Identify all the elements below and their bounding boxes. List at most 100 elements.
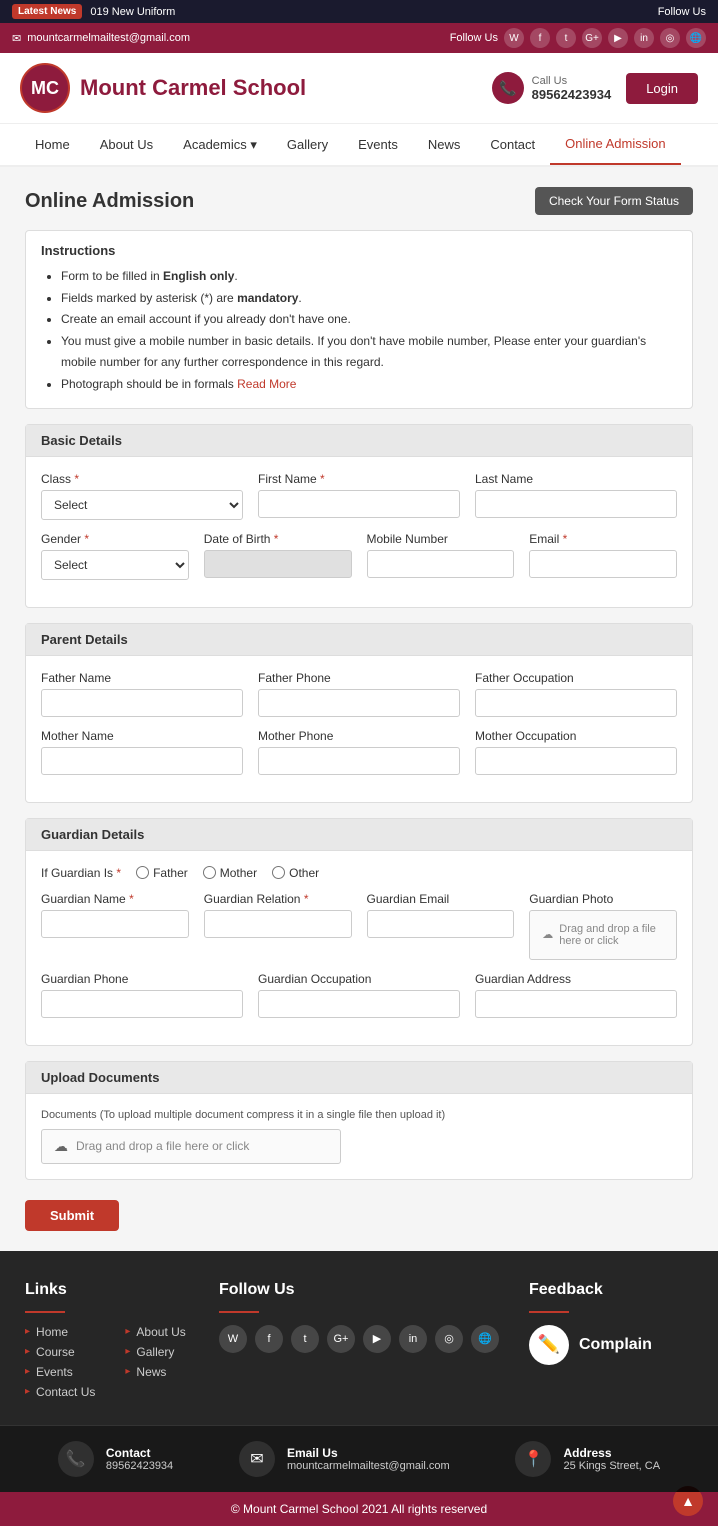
footer-youtube-icon[interactable]: ▶ — [363, 1325, 391, 1353]
nav-news[interactable]: News — [413, 124, 476, 165]
basic-details-card: Basic Details Class * Select Class 1 Cla… — [25, 424, 693, 608]
gender-label: Gender * — [41, 532, 189, 546]
guardian-relation-label: Guardian Relation * — [204, 892, 352, 906]
footer-link-gallery[interactable]: Gallery — [125, 1345, 185, 1359]
feedback-icon: ✏️ — [529, 1325, 569, 1365]
instruction-item-4: You must give a mobile number in basic d… — [61, 331, 677, 374]
guardian-radio-father[interactable]: Father — [136, 866, 188, 880]
check-status-button[interactable]: Check Your Form Status — [535, 187, 693, 215]
father-name-input[interactable] — [41, 689, 243, 717]
mother-phone-input[interactable] — [258, 747, 460, 775]
guardian-radio-other-input[interactable] — [272, 866, 285, 879]
linkedin-icon[interactable]: in — [634, 28, 654, 48]
nav-about[interactable]: About Us — [85, 124, 168, 165]
document-upload[interactable]: ☁ Drag and drop a file here or click — [41, 1129, 341, 1164]
footer-google-plus-icon[interactable]: G+ — [327, 1325, 355, 1353]
first-name-input[interactable] — [258, 490, 460, 518]
upload-documents-body: Documents (To upload multiple document c… — [26, 1094, 692, 1179]
youtube-icon[interactable]: ▶ — [608, 28, 628, 48]
footer-whatsapp-icon[interactable]: W — [219, 1325, 247, 1353]
footer-linkedin-icon[interactable]: in — [399, 1325, 427, 1353]
gender-select[interactable]: Select Male Female Other — [41, 550, 189, 580]
mother-name-input[interactable] — [41, 747, 243, 775]
footer-twitter-icon[interactable]: t — [291, 1325, 319, 1353]
footer-globe-icon[interactable]: 🌐 — [471, 1325, 499, 1353]
instagram-icon[interactable]: ◎ — [660, 28, 680, 48]
guardian-relation-input[interactable] — [204, 910, 352, 938]
nav-contact[interactable]: Contact — [475, 124, 550, 165]
basic-details-body: Class * Select Class 1 Class 2 Class 3 C… — [26, 457, 692, 607]
footer-social-icons: W f t G+ ▶ in ◎ 🌐 — [219, 1325, 499, 1353]
guardian-phone-group: Guardian Phone — [41, 972, 243, 1018]
instruction-item-3: Create an email account if you already d… — [61, 309, 677, 331]
guardian-radio-father-input[interactable] — [136, 866, 149, 879]
nav-academics[interactable]: Academics ▾ — [168, 124, 272, 165]
nav-events[interactable]: Events — [343, 124, 413, 165]
globe-icon[interactable]: 🌐 — [686, 28, 706, 48]
class-select[interactable]: Select Class 1 Class 2 Class 3 Class 4 C… — [41, 490, 243, 520]
last-name-input[interactable] — [475, 490, 677, 518]
footer-address-label: Address — [563, 1446, 660, 1460]
submit-button[interactable]: Submit — [25, 1200, 119, 1231]
footer-feedback-title: Feedback — [529, 1281, 693, 1299]
footer-phone-icon: 📞 — [58, 1441, 94, 1477]
footer-facebook-icon[interactable]: f — [255, 1325, 283, 1353]
latest-news-badge: Latest News — [12, 4, 82, 19]
guardian-name-input[interactable] — [41, 910, 189, 938]
footer-link-course[interactable]: Course — [25, 1345, 95, 1359]
google-plus-icon[interactable]: G+ — [582, 28, 602, 48]
guardian-phone-input[interactable] — [41, 990, 243, 1018]
footer-link-home[interactable]: Home — [25, 1325, 95, 1339]
guardian-radio-group: If Guardian Is * Father Mother Other — [41, 866, 677, 880]
read-more-link[interactable]: Read More — [237, 377, 296, 391]
footer-link-about[interactable]: About Us — [125, 1325, 185, 1339]
instructions-title: Instructions — [41, 243, 677, 258]
email-input[interactable] — [529, 550, 677, 578]
footer-feedback-section: Feedback ✏️ Complain — [529, 1281, 693, 1405]
twitter-icon[interactable]: t — [556, 28, 576, 48]
basic-row-2: Gender * Select Male Female Other Date o… — [41, 532, 677, 580]
upload-cloud-icon: ☁ — [54, 1138, 68, 1155]
footer-link-contact-us[interactable]: Contact Us — [25, 1385, 95, 1399]
nav-gallery[interactable]: Gallery — [272, 124, 343, 165]
first-name-label: First Name * — [258, 472, 460, 486]
footer-link-events[interactable]: Events — [25, 1365, 95, 1379]
guardian-radio-mother-input[interactable] — [203, 866, 216, 879]
guardian-photo-label: Guardian Photo — [529, 892, 677, 906]
mobile-input[interactable] — [367, 550, 515, 578]
footer-feedback-complain[interactable]: ✏️ Complain — [529, 1325, 693, 1365]
email-icon: ✉ — [12, 32, 21, 45]
guardian-occupation-input[interactable] — [258, 990, 460, 1018]
class-label: Class * — [41, 472, 243, 486]
whatsapp-icon[interactable]: W — [504, 28, 524, 48]
top-bar: Latest News 019 New Uniform Follow Us — [0, 0, 718, 23]
parent-details-body: Father Name Father Phone Father Occupati… — [26, 656, 692, 802]
instructions-card: Instructions Form to be filled in Englis… — [25, 230, 693, 409]
guardian-photo-upload[interactable]: ☁ Drag and drop a file here or click — [529, 910, 677, 960]
instruction-item-5: Photograph should be in formals Read Mor… — [61, 374, 677, 396]
guardian-radio-other[interactable]: Other — [272, 866, 319, 880]
dob-input[interactable] — [204, 550, 352, 578]
facebook-icon[interactable]: f — [530, 28, 550, 48]
nav-home[interactable]: Home — [20, 124, 85, 165]
guardian-email-input[interactable] — [367, 910, 515, 938]
footer-copy: © Mount Carmel School 2021 All rights re… — [0, 1492, 718, 1526]
footer-link-news[interactable]: News — [125, 1365, 185, 1379]
nav-online-admission[interactable]: Online Admission — [550, 124, 680, 165]
mother-occupation-input[interactable] — [475, 747, 677, 775]
footer-address-value: 25 Kings Street, CA — [563, 1460, 660, 1472]
guardian-address-input[interactable] — [475, 990, 677, 1018]
upload-description: Documents (To upload multiple document c… — [41, 1109, 677, 1121]
guardian-email-group: Guardian Email — [367, 892, 515, 960]
top-bar-left: Latest News 019 New Uniform — [12, 4, 175, 19]
footer-instagram-icon[interactable]: ◎ — [435, 1325, 463, 1353]
call-us: 📞 Call Us 89562423934 — [492, 72, 612, 104]
footer-links-section: Links Home Course Events Contact Us Abou… — [25, 1281, 189, 1405]
father-occupation-input[interactable] — [475, 689, 677, 717]
father-phone-input[interactable] — [258, 689, 460, 717]
header: MC Mount Carmel School 📞 Call Us 8956242… — [0, 53, 718, 124]
guardian-radio-mother[interactable]: Mother — [203, 866, 257, 880]
copyright-text: © Mount Carmel School 2021 All rights re… — [231, 1502, 487, 1516]
login-button[interactable]: Login — [626, 73, 698, 104]
footer-contact-label: Contact — [106, 1446, 173, 1460]
